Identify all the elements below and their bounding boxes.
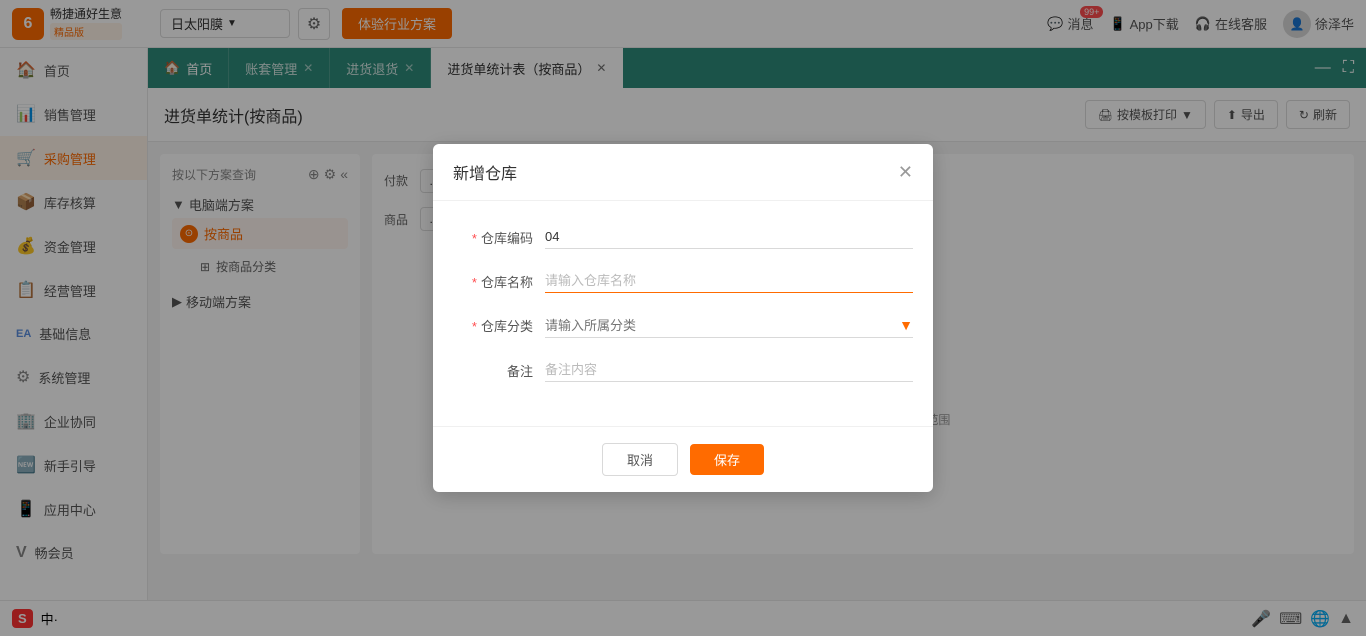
name-input[interactable] bbox=[545, 269, 913, 293]
category-arrow-icon: ▼ bbox=[899, 317, 913, 333]
modal-footer: 取消 保存 bbox=[433, 426, 933, 492]
category-select[interactable]: ▼ bbox=[545, 313, 913, 338]
note-input[interactable] bbox=[545, 358, 913, 382]
note-label: 备注 bbox=[453, 361, 533, 380]
category-input[interactable] bbox=[545, 318, 899, 333]
name-label: 仓库名称 bbox=[453, 272, 533, 291]
cancel-button[interactable]: 取消 bbox=[602, 443, 678, 476]
modal-title: 新增仓库 bbox=[453, 160, 517, 184]
category-form-row: 仓库分类 ▼ bbox=[453, 313, 913, 338]
code-form-row: 仓库编码 bbox=[453, 225, 913, 249]
category-label: 仓库分类 bbox=[453, 316, 533, 335]
save-button[interactable]: 保存 bbox=[690, 444, 764, 475]
modal-close-button[interactable]: ✕ bbox=[898, 162, 913, 183]
code-input[interactable] bbox=[545, 225, 913, 249]
note-form-row: 备注 bbox=[453, 358, 913, 382]
name-form-row: 仓库名称 bbox=[453, 269, 913, 293]
modal-overlay[interactable]: 新增仓库 ✕ 仓库编码 仓库名称 仓库分类 ▼ bbox=[0, 0, 1366, 636]
add-warehouse-modal: 新增仓库 ✕ 仓库编码 仓库名称 仓库分类 ▼ bbox=[433, 144, 933, 492]
modal-header: 新增仓库 ✕ bbox=[433, 144, 933, 201]
modal-body: 仓库编码 仓库名称 仓库分类 ▼ 备注 bbox=[433, 201, 933, 426]
code-label: 仓库编码 bbox=[453, 228, 533, 247]
